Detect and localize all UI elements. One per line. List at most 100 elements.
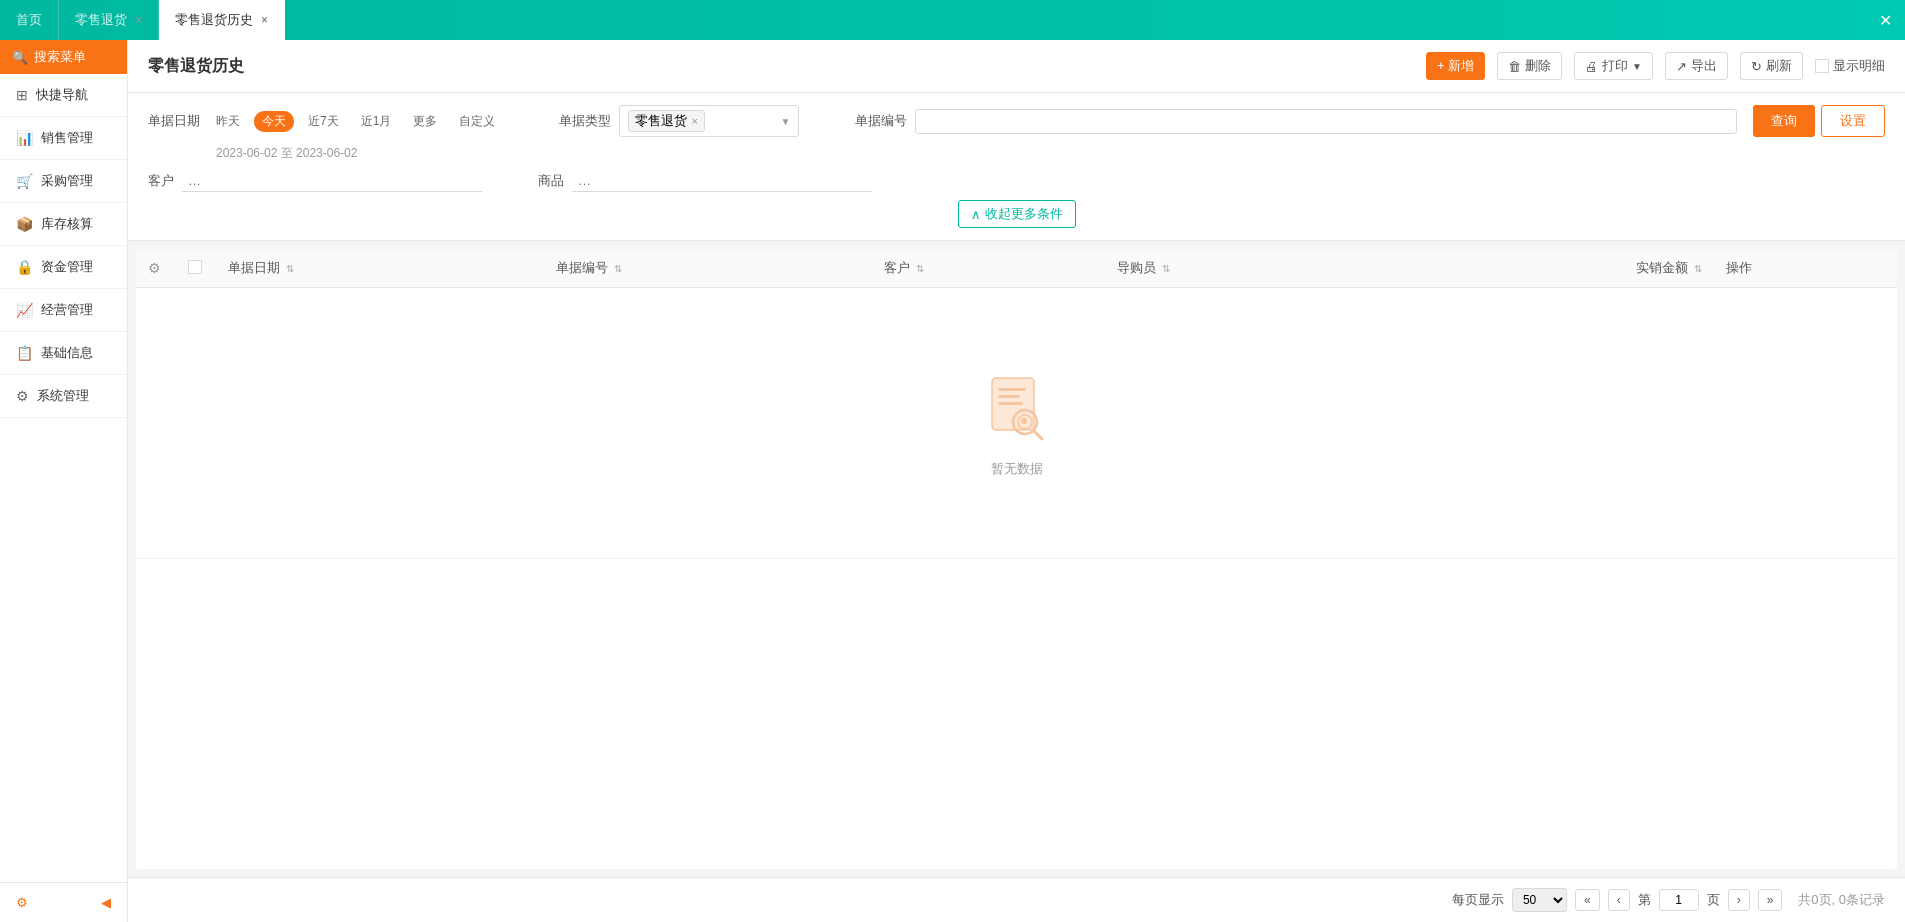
top-bar: 首页 零售退货 × 零售退货历史 × ✕ (0, 0, 1905, 40)
customer-filter-field: 客户 (148, 170, 482, 192)
date-1month-btn[interactable]: 近1月 (353, 111, 400, 132)
col-operations-label: 操作 (1726, 260, 1752, 275)
purchase-icon: 🛒 (16, 173, 33, 189)
refresh-button-label: 刷新 (1766, 57, 1792, 75)
print-button[interactable]: 🖨 打印 ▼ (1574, 52, 1653, 80)
number-filter-field: 单据编号 (855, 109, 1737, 134)
page-number-input[interactable] (1659, 889, 1699, 911)
col-customer: 客户 ⇅ (872, 249, 1105, 288)
sidebar-item-basic-info[interactable]: 📋 基础信息 (0, 332, 127, 375)
date-more-btn[interactable]: 更多 (405, 111, 445, 132)
first-page-button[interactable]: « (1575, 889, 1600, 911)
col-number-label: 单据编号 (556, 260, 608, 275)
svg-point-7 (1021, 418, 1027, 424)
date-range-display: 2023-06-02 至 2023-06-02 (216, 145, 1885, 162)
sidebar-item-purchase-label: 采购管理 (41, 172, 93, 190)
tab-retail-return-history[interactable]: 零售退货历史 × (159, 0, 285, 40)
quick-nav-icon: ⊞ (16, 87, 28, 103)
collapse-icon: ∧ (971, 207, 981, 222)
filter-area: 单据日期 昨天 今天 近7天 近1月 更多 自定义 单据类型 (128, 93, 1905, 241)
sidebar-item-purchase[interactable]: 🛒 采购管理 (0, 160, 127, 203)
sidebar-item-inventory[interactable]: 📦 库存核算 (0, 203, 127, 246)
empty-state: 暂无数据 (136, 288, 1897, 558)
col-guide-sort-icon[interactable]: ⇅ (1162, 263, 1170, 274)
export-button[interactable]: ↗ 导出 (1665, 52, 1728, 80)
svg-rect-3 (998, 402, 1023, 405)
main-layout: 🔍 搜索菜单 ⊞ 快捷导航 📊 销售管理 🛒 采购管理 📦 库存核算 🔒 资金管… (0, 40, 1905, 922)
system-icon: ⚙ (16, 388, 29, 404)
last-page-button[interactable]: » (1758, 889, 1783, 911)
sidebar-item-inventory-label: 库存核算 (41, 215, 93, 233)
tab-retail-return-close[interactable]: × (135, 13, 142, 27)
col-date: 单据日期 ⇅ (216, 249, 544, 288)
collapse-button[interactable]: ∧ 收起更多条件 (958, 200, 1076, 228)
sidebar-item-quick-nav-label: 快捷导航 (36, 86, 88, 104)
prev-page-button[interactable]: ‹ (1608, 889, 1630, 911)
number-filter-input[interactable] (915, 109, 1737, 134)
date-today-btn[interactable]: 今天 (254, 111, 294, 132)
refresh-button[interactable]: ↻ 刷新 (1740, 52, 1803, 80)
sidebar-search-label: 搜索菜单 (34, 48, 86, 66)
table-settings-icon[interactable]: ⚙ (148, 260, 161, 276)
window-close-button[interactable]: ✕ (1865, 0, 1905, 40)
per-page-select[interactable]: 50 20 100 (1512, 888, 1567, 912)
col-amount-sort-icon[interactable]: ⇅ (1694, 263, 1702, 274)
sidebar-item-operations[interactable]: 📈 经营管理 (0, 289, 127, 332)
date-filter-field: 单据日期 昨天 今天 近7天 近1月 更多 自定义 (148, 111, 503, 132)
table-select-all-checkbox[interactable] (188, 260, 202, 274)
type-filter-field: 单据类型 零售退货 × ▼ (559, 105, 799, 137)
basic-info-icon: 📋 (16, 345, 33, 361)
sidebar-item-system[interactable]: ⚙ 系统管理 (0, 375, 127, 418)
col-date-label: 单据日期 (228, 260, 280, 275)
empty-state-cell: 暂无数据 (136, 288, 1897, 559)
pagination: 每页显示 50 20 100 « ‹ 第 页 › » 共0页, 0条记录 (128, 877, 1905, 922)
col-number-sort-icon[interactable]: ⇅ (614, 263, 622, 274)
col-guide-label: 导购员 (1117, 260, 1156, 275)
sidebar-collapse-icon[interactable]: ◀ (101, 895, 111, 910)
new-button[interactable]: + 新增 (1426, 52, 1485, 80)
print-button-label: 打印 (1602, 57, 1628, 75)
sidebar-item-finance[interactable]: 🔒 资金管理 (0, 246, 127, 289)
table-head: ⚙ 单据日期 ⇅ 单据编号 ⇅ (136, 249, 1897, 288)
query-button[interactable]: 查询 (1753, 105, 1815, 137)
col-customer-sort-icon[interactable]: ⇅ (916, 263, 924, 274)
tab-retail-return-label: 零售退货 (75, 11, 127, 29)
sidebar-settings-icon[interactable]: ⚙ (16, 895, 28, 910)
date-custom-btn[interactable]: 自定义 (451, 111, 503, 132)
sidebar-item-quick-nav[interactable]: ⊞ 快捷导航 (0, 74, 127, 117)
date-range-text: 2023-06-02 至 2023-06-02 (216, 146, 357, 160)
delete-button[interactable]: 🗑 删除 (1497, 52, 1562, 80)
type-tag-close[interactable]: × (691, 115, 697, 127)
print-icon: 🖨 (1585, 59, 1598, 74)
delete-icon: 🗑 (1508, 59, 1521, 74)
type-filter-select[interactable]: 零售退货 × ▼ (619, 105, 799, 137)
sidebar: 🔍 搜索菜单 ⊞ 快捷导航 📊 销售管理 🛒 采购管理 📦 库存核算 🔒 资金管… (0, 40, 128, 922)
new-button-label: + 新增 (1437, 57, 1474, 75)
content-area: 零售退货历史 + 新增 🗑 删除 🖨 打印 ▼ ↗ 导出 (128, 40, 1905, 922)
tab-retail-return[interactable]: 零售退货 × (59, 0, 159, 40)
export-icon: ↗ (1676, 59, 1687, 74)
goods-filter-input[interactable] (572, 170, 872, 192)
sidebar-item-sales[interactable]: 📊 销售管理 (0, 117, 127, 160)
sidebar-footer: ⚙ ◀ (0, 882, 127, 922)
svg-rect-1 (998, 388, 1026, 391)
col-date-sort-icon[interactable]: ⇅ (286, 263, 294, 274)
col-number: 单据编号 ⇅ (544, 249, 872, 288)
show-detail-checkbox[interactable] (1815, 59, 1829, 73)
page-title: 零售退货历史 (148, 56, 244, 77)
col-gear: ⚙ (136, 249, 176, 288)
sidebar-item-operations-label: 经营管理 (41, 301, 93, 319)
table-body: 暂无数据 (136, 288, 1897, 559)
customer-filter-input[interactable] (182, 170, 482, 192)
tab-retail-return-history-close[interactable]: × (261, 13, 268, 27)
date-7days-btn[interactable]: 近7天 (300, 111, 347, 132)
next-page-button[interactable]: › (1728, 889, 1750, 911)
per-page-label: 每页显示 (1452, 891, 1504, 909)
tab-home[interactable]: 首页 (0, 0, 59, 40)
total-label: 共0页, 0条记录 (1798, 891, 1885, 909)
filter-settings-button[interactable]: 设置 (1821, 105, 1885, 137)
show-detail-label: 显示明细 (1815, 57, 1885, 75)
search-icon: 🔍 (12, 50, 28, 65)
sidebar-search[interactable]: 🔍 搜索菜单 (0, 40, 127, 74)
date-yesterday-btn[interactable]: 昨天 (208, 111, 248, 132)
